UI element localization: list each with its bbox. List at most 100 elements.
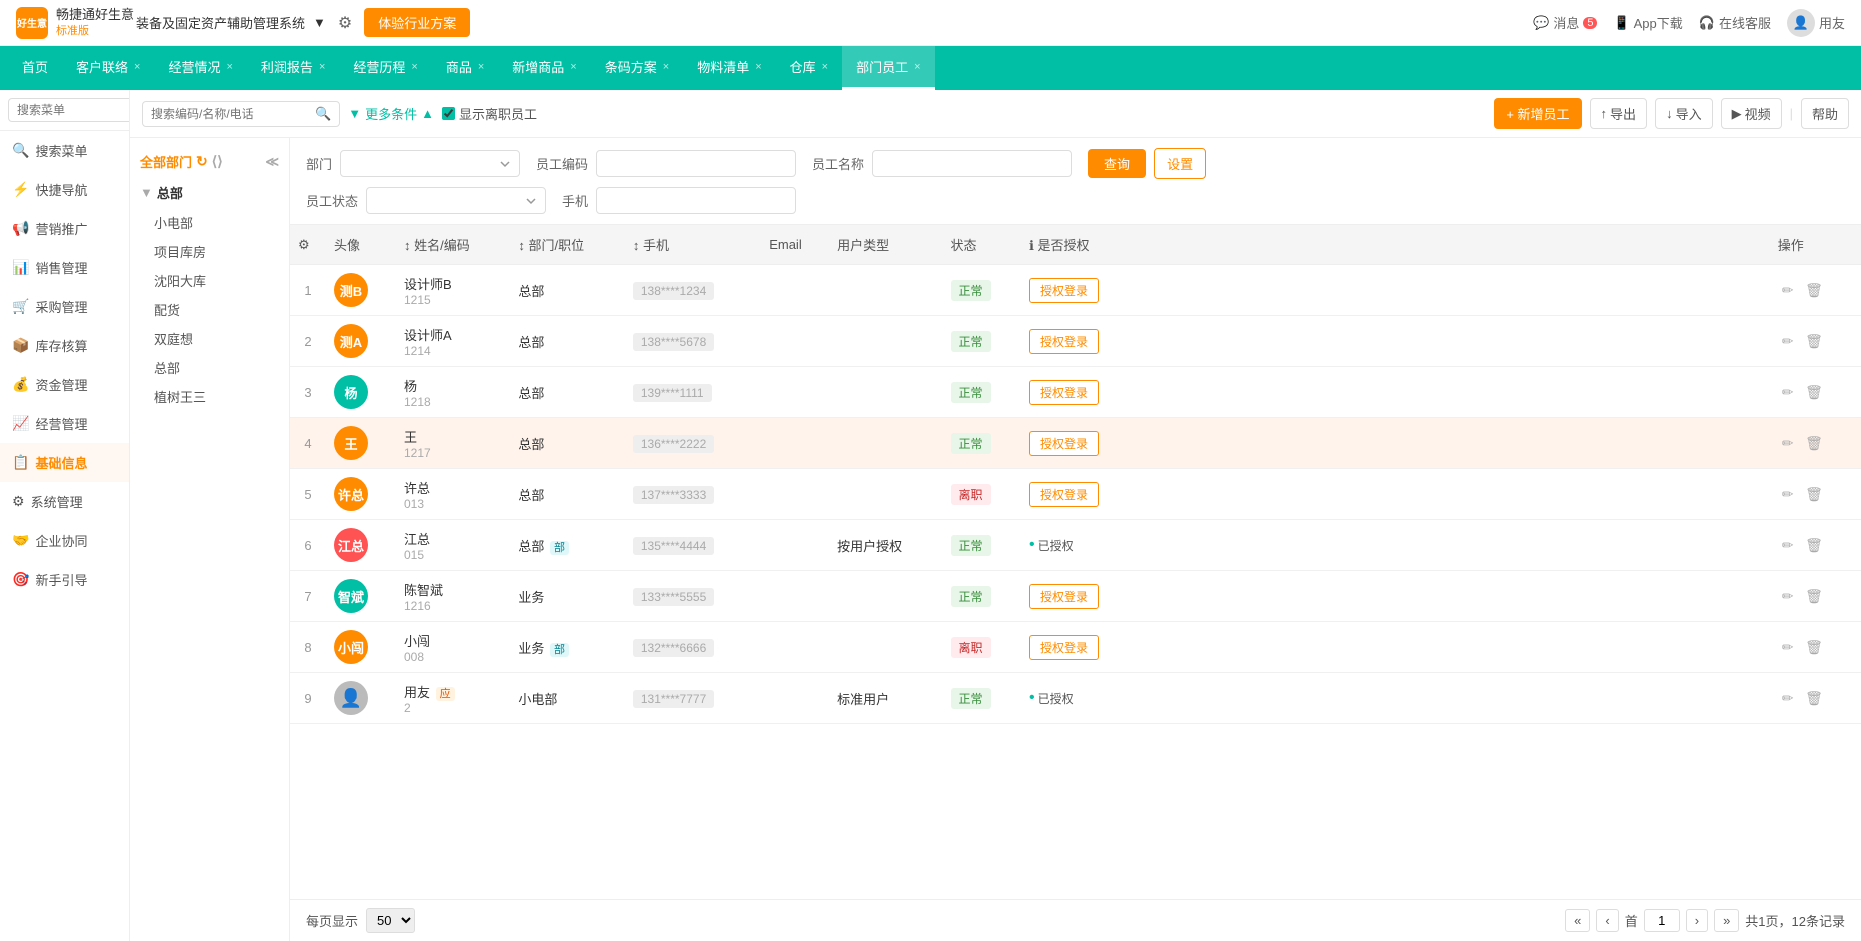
sidebar-item-搜索菜单[interactable]: 🔍搜索菜单 bbox=[0, 131, 129, 170]
app-download-button[interactable]: 📱 App下载 bbox=[1613, 13, 1682, 32]
edit-button[interactable]: ✏ bbox=[1778, 586, 1798, 607]
tab-close-icon[interactable]: × bbox=[411, 61, 417, 73]
edit-button[interactable]: ✏ bbox=[1778, 280, 1798, 301]
delete-button[interactable]: 🗑 bbox=[1801, 331, 1827, 352]
per-page-select[interactable]: 50 bbox=[366, 908, 415, 933]
nav-tab-物料清单[interactable]: 物料清单 × bbox=[683, 46, 775, 90]
sidebar-search-input[interactable] bbox=[8, 98, 130, 122]
nav-tab-条码方案[interactable]: 条码方案 × bbox=[591, 46, 683, 90]
sidebar-item-采购管理[interactable]: 🛒采购管理 bbox=[0, 287, 129, 326]
auth-button[interactable]: 授权登录 bbox=[1029, 584, 1099, 609]
tab-close-icon[interactable]: × bbox=[755, 61, 761, 73]
search-button[interactable]: 查询 bbox=[1088, 149, 1146, 178]
col-name[interactable]: ↕ 姓名/编码 bbox=[396, 225, 510, 265]
sidebar-item-营销推广[interactable]: 📢营销推广 bbox=[0, 209, 129, 248]
sidebar-item-系统管理[interactable]: ⚙系统管理 bbox=[0, 482, 129, 521]
user-area[interactable]: 👤 用友 bbox=[1787, 9, 1845, 37]
auth-button[interactable]: 授权登录 bbox=[1029, 482, 1099, 507]
col-dept[interactable]: ↕ 部门/职位 bbox=[510, 225, 624, 265]
auth-button[interactable]: 授权登录 bbox=[1029, 635, 1099, 660]
dept-select[interactable] bbox=[340, 150, 520, 177]
delete-button[interactable]: 🗑 bbox=[1801, 535, 1827, 556]
delete-button[interactable]: 🗑 bbox=[1801, 688, 1827, 709]
show-resigned-checkbox[interactable]: 显示离职员工 bbox=[442, 104, 537, 123]
refresh-icon[interactable]: ↻ bbox=[196, 153, 208, 170]
auth-button[interactable]: 授权登录 bbox=[1029, 431, 1099, 456]
edit-button[interactable]: ✏ bbox=[1778, 484, 1798, 505]
prev-page-button[interactable]: ‹ bbox=[1596, 909, 1618, 932]
tab-close-icon[interactable]: × bbox=[226, 61, 232, 73]
sidebar-item-经营管理[interactable]: 📈经营管理 bbox=[0, 404, 129, 443]
nav-tab-商品[interactable]: 商品 × bbox=[432, 46, 498, 90]
delete-button[interactable]: 🗑 bbox=[1801, 586, 1827, 607]
nav-tab-部门员工[interactable]: 部门员工 × bbox=[842, 46, 934, 90]
first-page-button[interactable]: « bbox=[1565, 909, 1590, 932]
more-filters-button[interactable]: ▼ 更多条件 ▲ bbox=[348, 104, 434, 123]
trial-button[interactable]: 体验行业方案 bbox=[364, 8, 470, 37]
nav-tab-新增商品[interactable]: 新增商品 × bbox=[498, 46, 590, 90]
tab-close-icon[interactable]: × bbox=[478, 61, 484, 73]
tab-close-icon[interactable]: × bbox=[822, 61, 828, 73]
last-page-button[interactable]: » bbox=[1714, 909, 1739, 932]
nav-tab-利润报告[interactable]: 利润报告 × bbox=[247, 46, 339, 90]
system-title-arrow[interactable]: ▼ bbox=[313, 15, 326, 30]
edit-button[interactable]: ✏ bbox=[1778, 535, 1798, 556]
nav-tab-经营历程[interactable]: 经营历程 × bbox=[339, 46, 431, 90]
edit-button[interactable]: ✏ bbox=[1778, 433, 1798, 454]
dept-item[interactable]: 沈阳大库 bbox=[130, 266, 289, 295]
settings-button[interactable]: ⚙ bbox=[334, 9, 356, 37]
delete-button[interactable]: 🗑 bbox=[1801, 484, 1827, 505]
next-page-button[interactable]: › bbox=[1686, 909, 1708, 932]
delete-button[interactable]: 🗑 bbox=[1801, 637, 1827, 658]
phone-input[interactable] bbox=[596, 187, 796, 214]
sidebar-item-库存核算[interactable]: 📦库存核算 bbox=[0, 326, 129, 365]
import-button[interactable]: ↓ 导入 bbox=[1655, 98, 1713, 129]
col-settings[interactable]: ⚙ bbox=[290, 225, 326, 265]
sidebar-item-快捷导航[interactable]: ⚡快捷导航 bbox=[0, 170, 129, 209]
dept-item[interactable]: 总部 bbox=[130, 353, 289, 382]
tab-close-icon[interactable]: × bbox=[663, 61, 669, 73]
dept-item[interactable]: 项目库房 bbox=[130, 237, 289, 266]
edit-button[interactable]: ✏ bbox=[1778, 382, 1798, 403]
nav-tab-首页[interactable]: 首页 bbox=[8, 46, 62, 90]
emp-status-select[interactable] bbox=[366, 187, 546, 214]
edit-button[interactable]: ✏ bbox=[1778, 637, 1798, 658]
delete-button[interactable]: 🗑 bbox=[1801, 433, 1827, 454]
edit-button[interactable]: ✏ bbox=[1778, 688, 1798, 709]
search-input[interactable] bbox=[151, 107, 311, 121]
emp-code-input[interactable] bbox=[596, 150, 796, 177]
tab-close-icon[interactable]: × bbox=[914, 61, 920, 73]
tab-close-icon[interactable]: × bbox=[134, 61, 140, 73]
collapse-icon[interactable]: ⟨⟩ bbox=[212, 153, 223, 170]
sidebar-item-销售管理[interactable]: 📊销售管理 bbox=[0, 248, 129, 287]
dept-item[interactable]: ▼总部 bbox=[130, 177, 289, 208]
set-button[interactable]: 设置 bbox=[1154, 148, 1206, 179]
view-button[interactable]: ▶ 视频 bbox=[1721, 98, 1782, 129]
dept-item[interactable]: 双庭想 bbox=[130, 324, 289, 353]
auth-button[interactable]: 授权登录 bbox=[1029, 329, 1099, 354]
dept-item[interactable]: 小电部 bbox=[130, 208, 289, 237]
tab-close-icon[interactable]: × bbox=[319, 61, 325, 73]
sidebar-item-资金管理[interactable]: 💰资金管理 bbox=[0, 365, 129, 404]
nav-tab-客户联络[interactable]: 客户联络 × bbox=[62, 46, 154, 90]
sidebar-item-新手引导[interactable]: 🎯新手引导 bbox=[0, 560, 129, 599]
sidebar-item-基础信息[interactable]: 📋基础信息 bbox=[0, 443, 129, 482]
nav-tab-仓库[interactable]: 仓库 × bbox=[776, 46, 842, 90]
dept-item[interactable]: 配货 bbox=[130, 295, 289, 324]
sidebar-item-企业协同[interactable]: 🤝企业协同 bbox=[0, 521, 129, 560]
help-button[interactable]: 帮助 bbox=[1801, 98, 1849, 129]
tab-close-icon[interactable]: × bbox=[570, 61, 576, 73]
export-button[interactable]: ↑ 导出 bbox=[1590, 98, 1648, 129]
collapse-panel-icon[interactable]: ≪ bbox=[265, 154, 279, 170]
delete-button[interactable]: 🗑 bbox=[1801, 280, 1827, 301]
delete-button[interactable]: 🗑 bbox=[1801, 382, 1827, 403]
online-service-button[interactable]: 🎧 在线客服 bbox=[1699, 13, 1771, 32]
message-button[interactable]: 💬 消息 5 bbox=[1533, 13, 1597, 32]
page-number-input[interactable] bbox=[1644, 909, 1680, 932]
edit-button[interactable]: ✏ bbox=[1778, 331, 1798, 352]
auth-button[interactable]: 授权登录 bbox=[1029, 380, 1099, 405]
col-phone[interactable]: ↕ 手机 bbox=[625, 225, 761, 265]
auth-button[interactable]: 授权登录 bbox=[1029, 278, 1099, 303]
nav-tab-经营情况[interactable]: 经营情况 × bbox=[154, 46, 246, 90]
add-employee-button[interactable]: + 新增员工 bbox=[1494, 98, 1581, 129]
